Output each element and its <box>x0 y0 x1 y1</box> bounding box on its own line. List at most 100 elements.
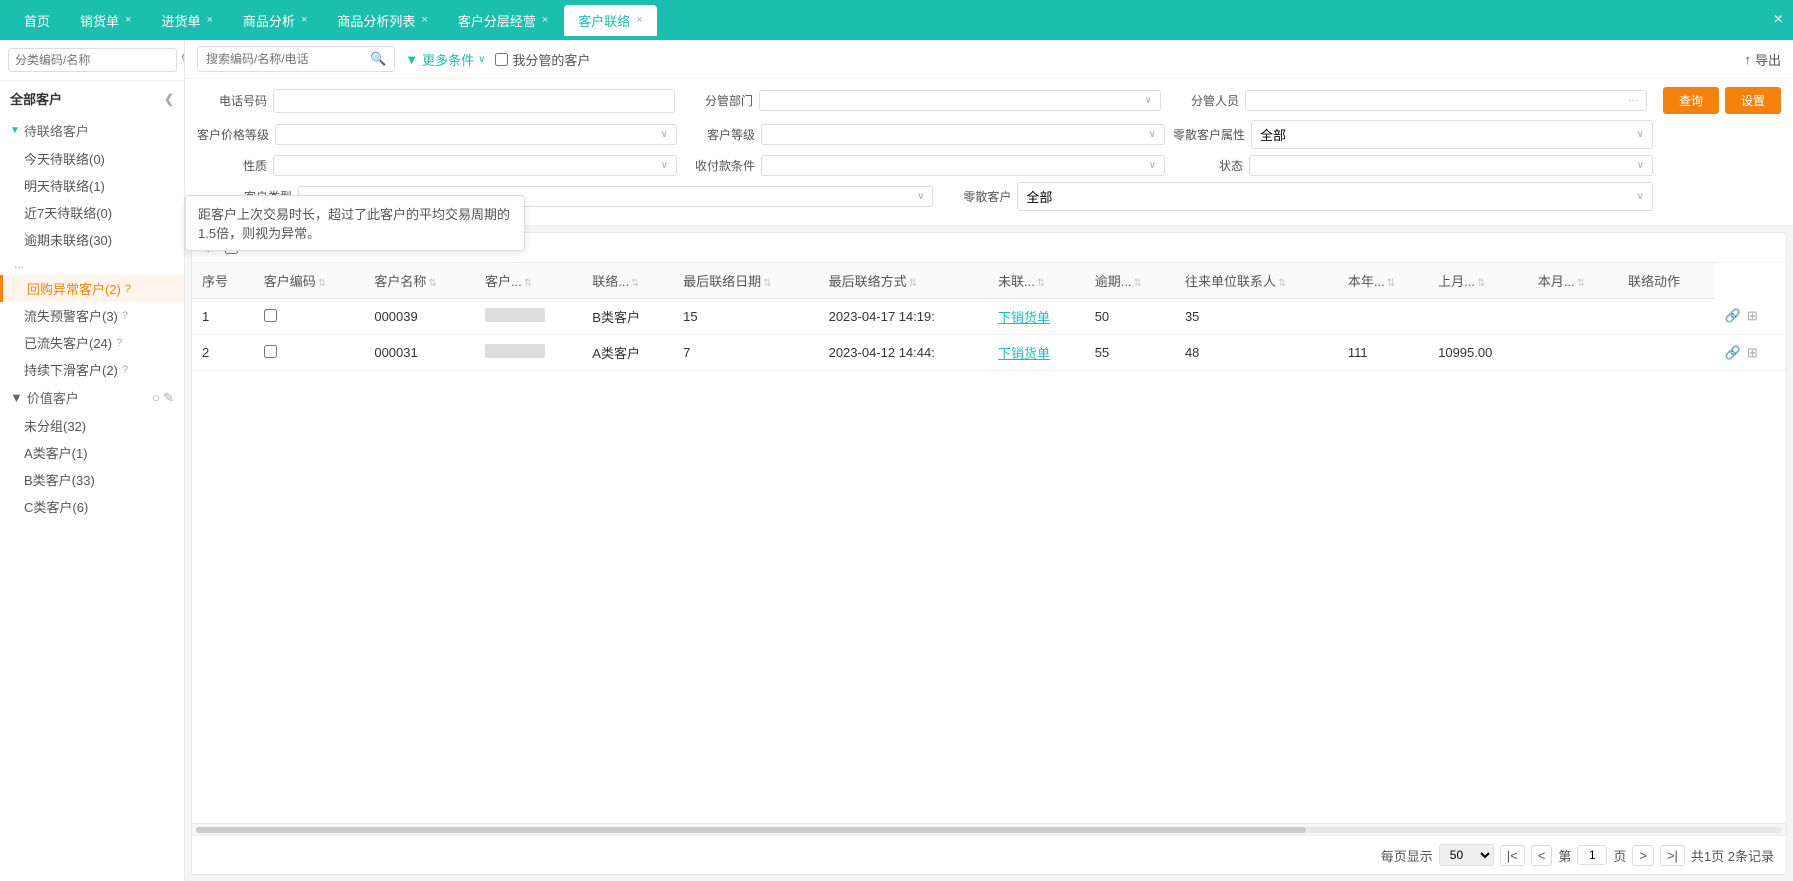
phone-label: 电话号码 <box>197 92 267 109</box>
nav-tab-customer-layered[interactable]: 客户分层经营 × <box>444 5 562 36</box>
sort-code-icon[interactable]: ⇅ <box>318 278 326 289</box>
sidebar-search-area: 🔍 <box>0 40 184 81</box>
sort-type-icon[interactable]: ⇅ <box>524 278 532 289</box>
nav-tab-home[interactable]: 首页 <box>10 5 64 36</box>
nav-tab-purchase[interactable]: 进货单 × <box>147 5 226 36</box>
my-customers-check[interactable] <box>495 53 508 66</box>
scroll-thumb[interactable] <box>196 827 1306 833</box>
sidebar-item-overdue[interactable]: 逾期未联络(30) <box>0 226 184 253</box>
table-scroll-container[interactable]: 序号 客户编码⇅ 客户名称⇅ 客户...⇅ 联络...⇅ 最后联络日期⇅ 最后联… <box>192 263 1786 823</box>
export-icon: ↑ <box>1744 52 1751 67</box>
row1-link-icon[interactable]: 🔗 <box>1725 308 1741 324</box>
sidebar-item-tomorrow[interactable]: 明天待联络(1) <box>0 172 184 199</box>
next-page-btn[interactable]: > <box>1632 845 1654 866</box>
nav-tab-customer-contact[interactable]: 客户联络 × <box>564 5 656 36</box>
query-button[interactable]: 查询 <box>1663 87 1719 114</box>
close-purchase-tab[interactable]: × <box>206 14 212 26</box>
lost-customers-info-icon[interactable]: ? <box>116 337 122 349</box>
value-group-refresh-icon[interactable]: ○ <box>152 390 160 406</box>
cell-seq-1: 1 <box>192 299 254 335</box>
row1-checkbox[interactable] <box>264 309 277 322</box>
price-level-select[interactable]: ∨ <box>275 124 677 145</box>
customer-table: 序号 客户编码⇅ 客户名称⇅ 客户...⇅ 联络...⇅ 最后联络日期⇅ 最后联… <box>192 263 1786 371</box>
row2-contact-icon[interactable]: ⊞ <box>1747 345 1758 361</box>
horizontal-scrollbar[interactable] <box>192 823 1786 835</box>
row2-link-icon[interactable]: 🔗 <box>1725 345 1741 361</box>
pending-contact-group[interactable]: ▼ 待联络客户 <box>0 116 184 145</box>
row1-contact-icon[interactable]: ⊞ <box>1747 308 1758 324</box>
sidebar-item-repurchase-abnormal[interactable]: 回购异常客户(2) ? <box>0 275 184 302</box>
cell-overdue-2: 48 <box>1175 335 1338 371</box>
retail-attr-select[interactable]: 全部 ∨ <box>1251 120 1653 149</box>
payment-select[interactable]: ∨ <box>761 155 1165 176</box>
search-input[interactable] <box>206 52 366 66</box>
status-select[interactable]: ∨ <box>1249 155 1653 176</box>
close-sales-tab[interactable]: × <box>125 14 131 26</box>
sort-overdue-icon[interactable]: ⇅ <box>1134 278 1142 289</box>
filter-cell-retail-attr: 零散客户属性 全部 ∨ <box>1173 120 1653 149</box>
page-input[interactable] <box>1577 845 1607 865</box>
col-this-year: 本年...⇅ <box>1338 263 1428 299</box>
sidebar-item-class-c[interactable]: C类客户(6) <box>0 493 184 520</box>
my-customers-checkbox[interactable]: 我分管的客户 <box>495 50 590 69</box>
sidebar-collapse-btn[interactable]: ❮ <box>164 92 174 106</box>
sidebar-item-today[interactable]: 今天待联络(0) <box>0 145 184 172</box>
sidebar-item-declining[interactable]: 持续下滑客户(2) ? <box>0 356 184 383</box>
gender-select[interactable]: ∨ <box>273 155 677 176</box>
close-contact-tab[interactable]: × <box>636 14 642 26</box>
sidebar-item-class-a[interactable]: A类客户(1) <box>0 439 184 466</box>
value-customer-group-header[interactable]: ▼ 价值客户 ○ ✎ <box>0 383 184 412</box>
cell-actions-2: 🔗 ⊞ <box>1715 335 1786 371</box>
sort-this-month-icon[interactable]: ⇅ <box>1577 278 1585 289</box>
settings-button[interactable]: 设置 <box>1725 87 1781 114</box>
last-method-link-2[interactable]: 下销货单 <box>998 346 1050 361</box>
close-analysis-tab[interactable]: × <box>301 14 307 26</box>
nav-tab-product-list[interactable]: 商品分析列表 × <box>323 5 441 36</box>
more-conditions-btn[interactable]: ▼ 更多条件 ∨ <box>405 50 485 69</box>
sidebar-search-input[interactable] <box>8 48 177 72</box>
row2-checkbox[interactable] <box>264 345 277 358</box>
nav-tab-product-analysis[interactable]: 商品分析 × <box>229 5 321 36</box>
sort-this-year-icon[interactable]: ⇅ <box>1387 278 1395 289</box>
sort-last-month-icon[interactable]: ⇅ <box>1477 278 1485 289</box>
sidebar-item-lost-warning[interactable]: 流失预警客户(3) ? <box>0 302 184 329</box>
customer-level-select[interactable]: ∨ <box>761 124 1165 145</box>
lost-warning-info-icon[interactable]: ? <box>122 310 128 322</box>
retail-select[interactable]: 全部 ∨ <box>1017 182 1653 211</box>
sort-contacts-icon[interactable]: ⇅ <box>1278 278 1286 289</box>
sort-unlisted-icon[interactable]: ⇅ <box>1037 278 1045 289</box>
sidebar-item-more[interactable]: ... <box>0 253 184 275</box>
close-list-tab[interactable]: × <box>421 14 427 26</box>
sidebar-item-lost-customers[interactable]: 已流失客户(24) ? <box>0 329 184 356</box>
sort-contact-num-icon[interactable]: ⇅ <box>631 278 639 289</box>
last-page-btn[interactable]: >| <box>1660 845 1685 866</box>
customer-level-chevron-icon: ∨ <box>1149 129 1156 140</box>
sidebar-item-ungrouped[interactable]: 未分组(32) <box>0 412 184 439</box>
close-all-tabs[interactable]: × <box>1774 11 1783 29</box>
search-icon[interactable]: 🔍 <box>370 51 386 67</box>
close-layered-tab[interactable]: × <box>542 14 548 26</box>
repurchase-info-icon[interactable]: ? <box>125 283 131 295</box>
manager-select[interactable]: ··· <box>1245 90 1647 111</box>
declining-info-icon[interactable]: ? <box>122 364 128 376</box>
sort-last-date-icon[interactable]: ⇅ <box>763 278 771 289</box>
manager-chevron-icon: ··· <box>1628 95 1638 106</box>
retail-chevron-icon: ∨ <box>1637 191 1644 202</box>
payment-label: 收付款条件 <box>685 157 755 174</box>
col-code: 客户编码⇅ <box>254 263 365 299</box>
last-method-link-1[interactable]: 下销货单 <box>998 310 1050 325</box>
sidebar-item-7days[interactable]: 近7天待联络(0) <box>0 199 184 226</box>
prev-page-btn[interactable]: < <box>1531 845 1553 866</box>
value-group-edit-icon[interactable]: ✎ <box>163 390 174 406</box>
first-page-btn[interactable]: |< <box>1500 845 1525 866</box>
dept-select[interactable]: ∨ <box>759 90 1161 111</box>
cell-type-1: B类客户 <box>582 299 673 335</box>
sidebar-item-class-b[interactable]: B类客户(33) <box>0 466 184 493</box>
export-button[interactable]: ↑ 导出 <box>1744 50 1781 69</box>
phone-input[interactable] <box>273 89 675 113</box>
sort-last-method-icon[interactable]: ⇅ <box>909 278 917 289</box>
sort-name-icon[interactable]: ⇅ <box>428 278 436 289</box>
nav-tab-sales[interactable]: 销货单 × <box>66 5 145 36</box>
status-label: 状态 <box>1173 157 1243 174</box>
page-size-select[interactable]: 50 20 100 <box>1439 844 1494 866</box>
